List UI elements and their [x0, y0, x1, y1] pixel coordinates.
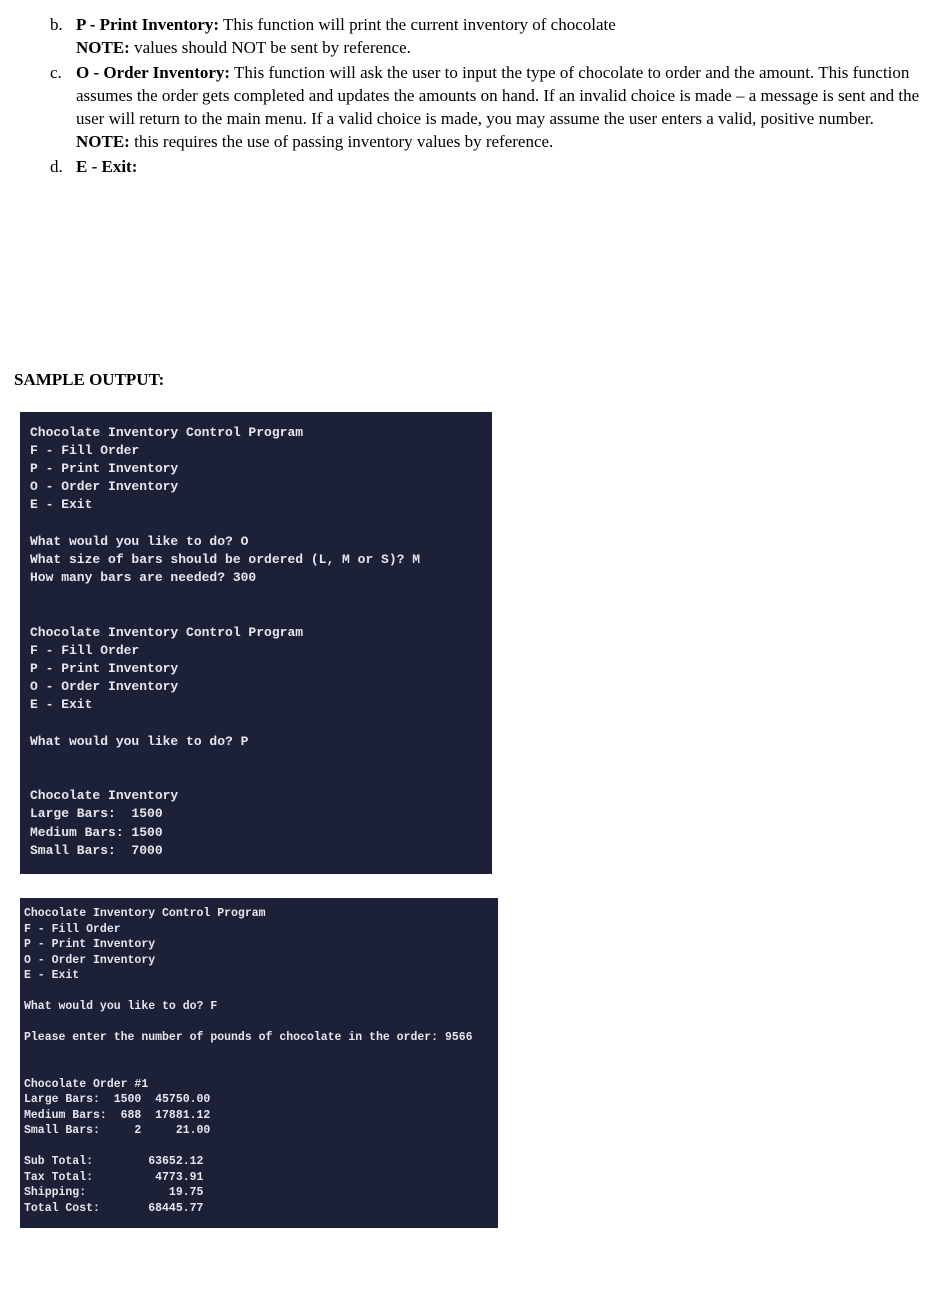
- instruction-list: b. P - Print Inventory: This function wi…: [50, 14, 924, 179]
- marker-d: d.: [50, 156, 76, 179]
- note-body-b: values should NOT be sent by reference.: [130, 38, 411, 57]
- sample-output-heading: SAMPLE OUTPUT:: [14, 369, 924, 392]
- console-output-2: Chocolate Inventory Control Program F - …: [20, 898, 498, 1228]
- head-d: E - Exit:: [76, 157, 137, 176]
- body-d: E - Exit:: [76, 156, 924, 179]
- marker-b: b.: [50, 14, 76, 60]
- note-label-b: NOTE:: [76, 38, 130, 57]
- text-b: This function will print the current inv…: [219, 15, 616, 34]
- list-item-d: d. E - Exit:: [50, 156, 924, 179]
- note-body-c: this requires the use of passing invento…: [130, 132, 553, 151]
- console-output-1: Chocolate Inventory Control Program F - …: [20, 412, 492, 875]
- head-c: O - Order Inventory:: [76, 63, 230, 82]
- body-c: O - Order Inventory: This function will …: [76, 62, 924, 154]
- list-item-b: b. P - Print Inventory: This function wi…: [50, 14, 924, 60]
- head-b: P - Print Inventory:: [76, 15, 219, 34]
- note-label-c: NOTE:: [76, 132, 130, 151]
- list-item-c: c. O - Order Inventory: This function wi…: [50, 62, 924, 154]
- body-b: P - Print Inventory: This function will …: [76, 14, 924, 60]
- marker-c: c.: [50, 62, 76, 154]
